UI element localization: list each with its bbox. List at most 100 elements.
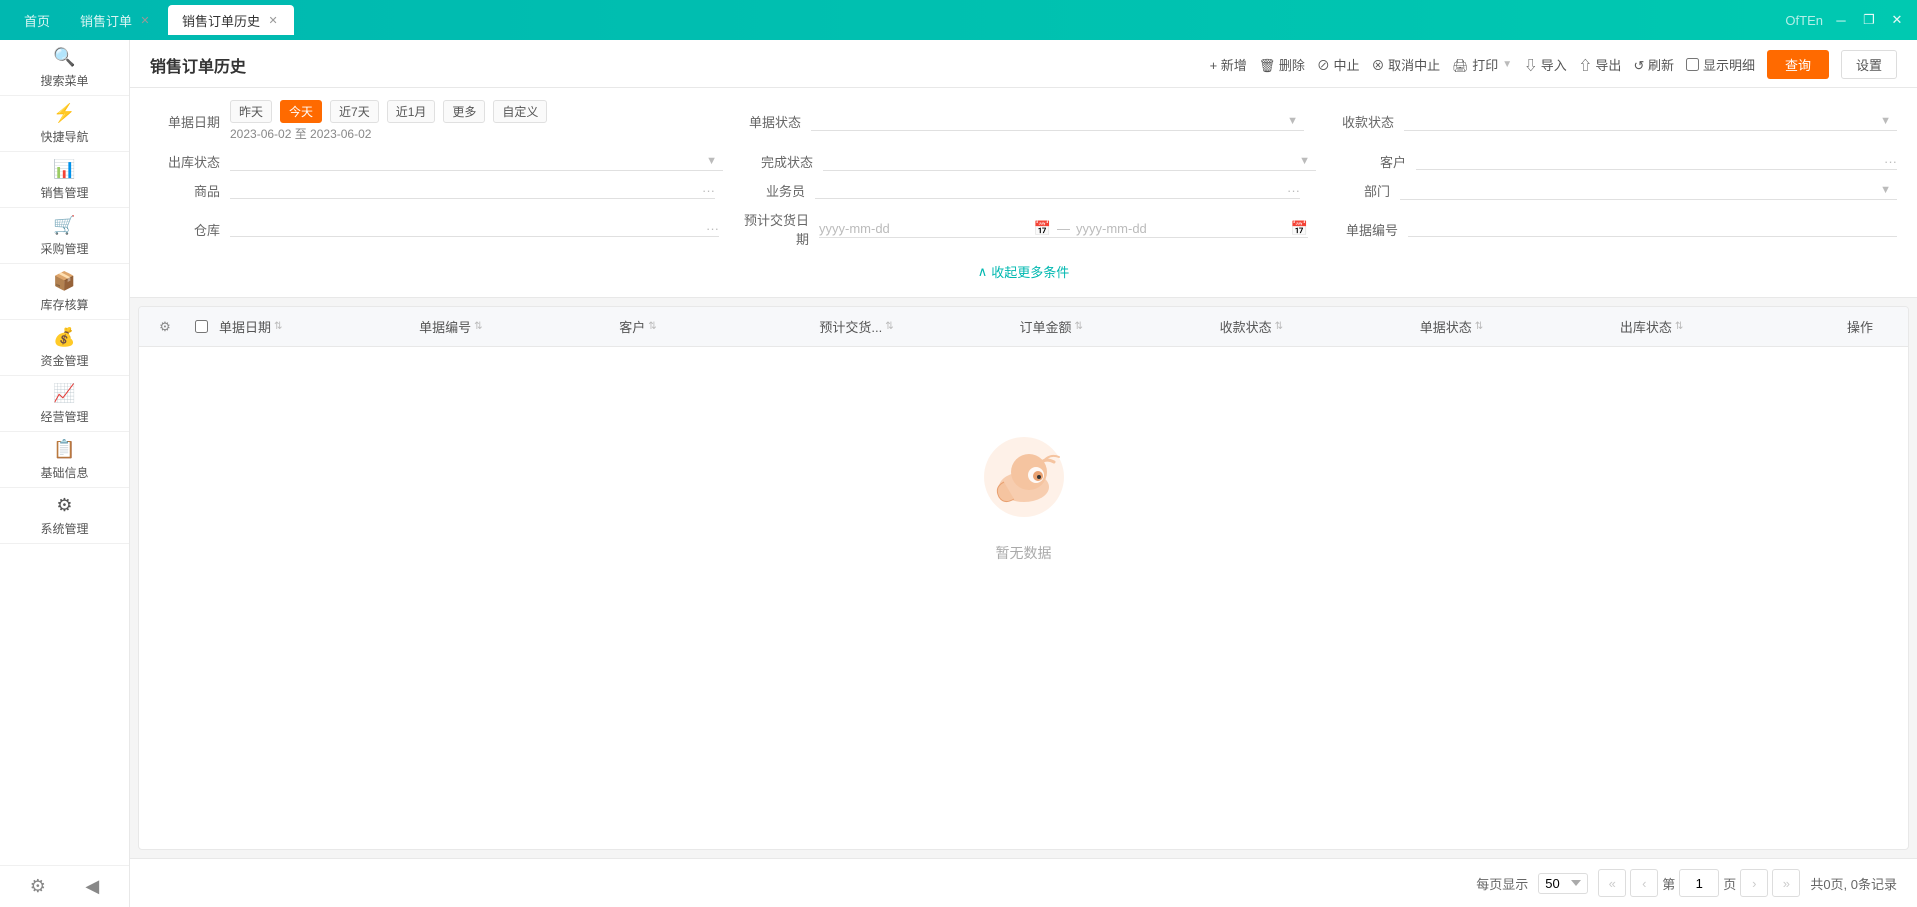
product-input[interactable]: [230, 183, 702, 198]
warehouse-more-icon[interactable]: ···: [706, 221, 719, 236]
show-detail-check[interactable]: 显示明细: [1686, 55, 1755, 74]
product-field: ···: [230, 183, 715, 199]
per-page-label: 每页显示: [1476, 874, 1528, 893]
show-detail-checkbox[interactable]: [1686, 58, 1699, 71]
sidebar-item-inventory[interactable]: 📦 库存核算: [0, 264, 129, 320]
sidebar-item-quick-nav[interactable]: ⚡ 快捷导航: [0, 96, 129, 152]
refresh-btn[interactable]: ↺ 刷新: [1633, 55, 1674, 74]
col-payment-status: 收款状态 ⇅: [1220, 317, 1420, 336]
expected-date-start[interactable]: [819, 221, 1028, 236]
minimize-btn[interactable]: ─: [1831, 10, 1851, 30]
bill-status-dropdown-icon: ▼: [1287, 115, 1298, 127]
collapse-more-btn[interactable]: ∧ 收起更多条件: [150, 258, 1897, 285]
filter-row-4: 仓库 ··· 预计交货日期 📅 — 📅 单据编号: [150, 210, 1897, 248]
column-settings-btn[interactable]: ⚙: [147, 319, 183, 335]
department-label: 部门: [1320, 181, 1400, 200]
customer-input[interactable]: [1416, 154, 1884, 169]
sidebar-item-sys-mgmt[interactable]: ⚙ 系统管理: [0, 488, 129, 544]
query-button[interactable]: 查询: [1767, 50, 1829, 79]
salesperson-more-icon[interactable]: ···: [1287, 183, 1300, 198]
first-page-btn[interactable]: «: [1598, 869, 1626, 897]
date-custom-btn[interactable]: 自定义: [493, 100, 547, 123]
page-label: 第: [1662, 874, 1675, 893]
setting-button[interactable]: 设置: [1841, 50, 1897, 79]
col-delivery-status: 出库状态 ⇅: [1620, 317, 1820, 336]
close-btn[interactable]: ✕: [1887, 10, 1907, 30]
payment-status-select[interactable]: ▼: [1404, 112, 1897, 131]
sidebar-item-sales-mgmt[interactable]: 📊 销售管理: [0, 152, 129, 208]
settings-bottom-icon[interactable]: ⚙: [30, 876, 46, 897]
page-unit: 页: [1723, 874, 1736, 893]
print-dropdown-icon[interactable]: ▼: [1502, 59, 1512, 70]
total-records: 共0页, 0条记录: [1810, 874, 1897, 893]
empty-text: 暂无数据: [996, 543, 1052, 563]
import-btn[interactable]: ⇩ 导入: [1524, 55, 1567, 74]
sidebar-item-finance[interactable]: 💰 资金管理: [0, 320, 129, 376]
sort-bill-status-icon[interactable]: ⇅: [1475, 321, 1483, 332]
per-page-select[interactable]: 50 10 20 100: [1538, 873, 1588, 894]
pagination: « ‹ 第 页 › »: [1598, 869, 1800, 897]
brand-text: OfTEn: [1785, 13, 1823, 28]
sidebar-item-search-menu[interactable]: 🔍 搜索菜单: [0, 40, 129, 96]
table-footer: 每页显示 50 10 20 100 « ‹ 第 页 › » 共0页, 0条记录: [130, 858, 1917, 907]
next-page-btn[interactable]: ›: [1740, 869, 1768, 897]
sort-expected-date-icon[interactable]: ⇅: [885, 321, 893, 332]
sidebar-item-purchase-mgmt[interactable]: 🛒 采购管理: [0, 208, 129, 264]
new-btn[interactable]: + 新增: [1210, 55, 1247, 74]
tab-home[interactable]: 首页: [10, 5, 64, 35]
department-select[interactable]: ▼: [1400, 181, 1897, 200]
collapse-sidebar-icon[interactable]: ◀: [85, 876, 99, 897]
search-menu-icon: 🔍: [53, 47, 75, 68]
print-btn[interactable]: 🖨 打印 ▼: [1452, 55, 1512, 74]
select-all-checkbox[interactable]: [195, 320, 208, 333]
page-number-input[interactable]: [1679, 869, 1719, 897]
prev-page-btn[interactable]: ‹: [1630, 869, 1658, 897]
customer-more-icon[interactable]: ···: [1884, 154, 1897, 169]
tab-sales-order-close[interactable]: ✕: [138, 13, 152, 27]
sort-date-icon[interactable]: ⇅: [274, 321, 282, 332]
sidebar-item-operations[interactable]: 📈 经营管理: [0, 376, 129, 432]
sort-payment-status-icon[interactable]: ⇅: [1275, 321, 1283, 332]
date-yesterday-btn[interactable]: 昨天: [230, 100, 272, 123]
toolbar: + 新增 🗑 删除 ⊘ 中止 ⊗ 取消中止 🖨 打印 ▼ ⇩ 导入 ⇧ 导出 ↺…: [1210, 50, 1897, 79]
completion-status-label: 完成状态: [743, 152, 823, 171]
expected-date-end[interactable]: [1076, 221, 1285, 236]
date-last1m-btn[interactable]: 近1月: [387, 100, 436, 123]
payment-status-dropdown-icon: ▼: [1880, 115, 1891, 127]
cancel-stop-btn[interactable]: ⊗ 取消中止: [1372, 55, 1441, 74]
warehouse-input[interactable]: [230, 221, 706, 236]
sidebar-bottom: ⚙ ◀: [0, 865, 129, 907]
tab-sales-order-history-close[interactable]: ✕: [266, 13, 280, 27]
quick-nav-icon: ⚡: [53, 103, 75, 124]
select-all-checkbox-cell[interactable]: [183, 320, 219, 333]
sort-amount-icon[interactable]: ⇅: [1075, 321, 1083, 332]
restore-btn[interactable]: ❐: [1859, 10, 1879, 30]
date-range-display: 2023-06-02 至 2023-06-02: [230, 125, 711, 142]
bill-number-input[interactable]: [1408, 221, 1897, 236]
page-title: 销售订单历史: [150, 53, 246, 77]
sort-number-icon[interactable]: ⇅: [474, 321, 482, 332]
tab-sales-order-history[interactable]: 销售订单历史 ✕: [168, 5, 294, 35]
date-last7-btn[interactable]: 近7天: [330, 100, 379, 123]
date-more-btn[interactable]: 更多: [443, 100, 485, 123]
main-layout: 🔍 搜索菜单 ⚡ 快捷导航 📊 销售管理 🛒 采购管理 📦 库存核算 💰 资金管…: [0, 40, 1917, 907]
last-page-btn[interactable]: »: [1772, 869, 1800, 897]
date-today-btn[interactable]: 今天: [280, 100, 322, 123]
tab-sales-order[interactable]: 销售订单 ✕: [66, 5, 166, 35]
product-more-icon[interactable]: ···: [702, 183, 715, 198]
date-label: 单据日期: [150, 112, 230, 131]
stop-btn[interactable]: ⊘ 中止: [1317, 55, 1360, 74]
calendar-end-icon[interactable]: 📅: [1291, 220, 1308, 237]
bill-status-select[interactable]: ▼: [811, 112, 1304, 131]
delivery-status-select[interactable]: ▼: [230, 152, 723, 171]
export-btn[interactable]: ⇧ 导出: [1579, 55, 1622, 74]
completion-status-select[interactable]: ▼: [823, 152, 1316, 171]
sidebar-item-basic-info[interactable]: 📋 基础信息: [0, 432, 129, 488]
sort-customer-icon[interactable]: ⇅: [648, 321, 656, 332]
col-bill-status: 单据状态 ⇅: [1420, 317, 1620, 336]
salesperson-input[interactable]: [815, 183, 1287, 198]
delete-btn[interactable]: 🗑 删除: [1259, 55, 1305, 74]
sort-delivery-status-icon[interactable]: ⇅: [1675, 321, 1683, 332]
calendar-start-icon[interactable]: 📅: [1034, 220, 1051, 237]
finance-icon: 💰: [53, 327, 75, 348]
